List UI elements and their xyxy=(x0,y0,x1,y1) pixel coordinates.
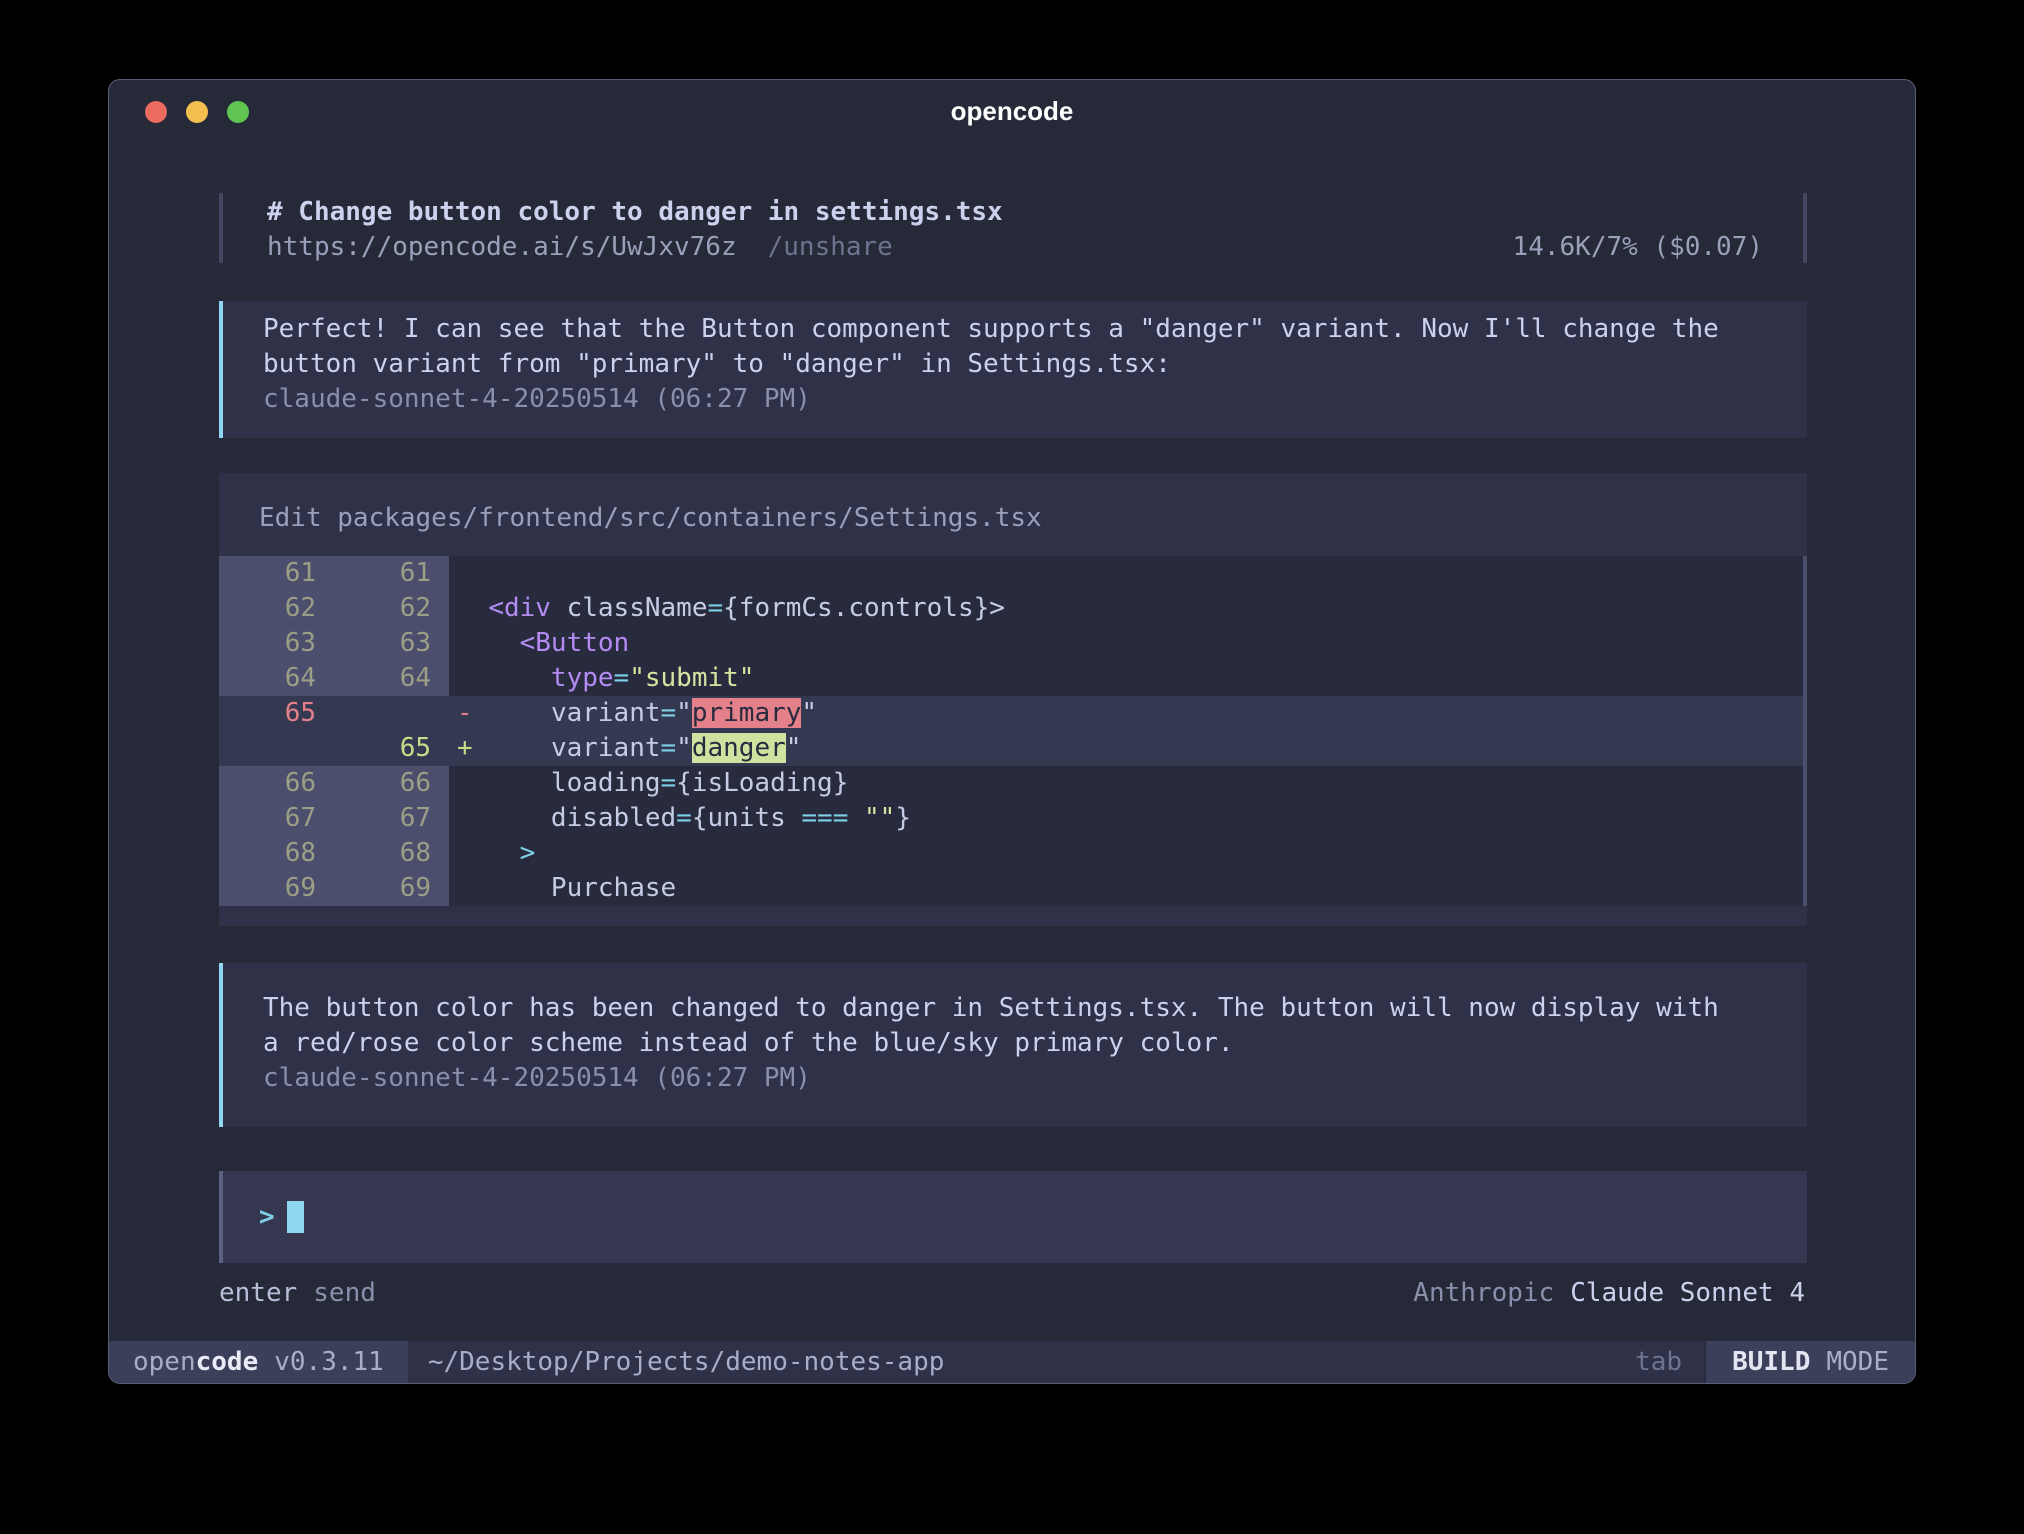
text-cursor xyxy=(287,1201,304,1233)
working-directory: ~/Desktop/Projects/demo-notes-app xyxy=(428,1347,945,1377)
message-line: button variant from "primary" to "danger… xyxy=(263,347,1807,382)
app-name-code: code xyxy=(196,1347,259,1377)
unshare-command[interactable]: /unshare xyxy=(768,230,893,265)
message-line: The button color has been changed to dan… xyxy=(263,991,1807,1026)
diff-row: 6161 xyxy=(219,556,1807,591)
app-version-segment: opencode v0.3.11 xyxy=(109,1341,408,1383)
diff-row: 6464 type="submit" xyxy=(219,661,1807,696)
status-bar: opencode v0.3.11 ~/Desktop/Projects/demo… xyxy=(109,1341,1915,1383)
session-header: # Change button color to danger in setti… xyxy=(219,193,1807,263)
message-line: Perfect! I can see that the Button compo… xyxy=(263,312,1807,347)
diff-row: 65- variant="primary" xyxy=(219,696,1807,731)
prompt-symbol: > xyxy=(259,1202,275,1232)
prompt-input[interactable]: > xyxy=(219,1171,1807,1263)
message-meta: claude-sonnet-4-20250514 (06:27 PM) xyxy=(263,382,1807,417)
session-title: # Change button color to danger in setti… xyxy=(267,195,1803,230)
provider-label: Anthropic xyxy=(1413,1276,1554,1311)
diff-view: 61616262 <div className={formCs.controls… xyxy=(219,556,1807,906)
hint-row: enter send Anthropic Claude Sonnet 4 xyxy=(219,1276,1807,1311)
diff-row: 6868 > xyxy=(219,836,1807,871)
diff-scrollbar[interactable] xyxy=(1803,556,1807,906)
assistant-message: Perfect! I can see that the Button compo… xyxy=(219,301,1807,438)
app-window: opencode # Change button color to danger… xyxy=(108,79,1916,1384)
diff-rows: 61616262 <div className={formCs.controls… xyxy=(219,556,1807,906)
diff-row: 65+ variant="danger" xyxy=(219,731,1807,766)
mode-name: BUILD xyxy=(1732,1347,1810,1377)
token-usage: 14.6K/7% ($0.07) xyxy=(1513,230,1763,265)
share-url-link[interactable]: https://opencode.ai/s/UwJxv76z xyxy=(267,230,737,265)
app-name-open: open xyxy=(133,1347,196,1377)
diff-row: 6666 loading={isLoading} xyxy=(219,766,1807,801)
edit-tool-card: Edit packages/frontend/src/containers/Se… xyxy=(219,473,1807,926)
diff-row: 6363 <Button xyxy=(219,626,1807,661)
message-line: a red/rose color scheme instead of the b… xyxy=(263,1026,1807,1061)
diff-row: 6767 disabled={units === ""} xyxy=(219,801,1807,836)
window-title: opencode xyxy=(109,80,1915,142)
mode-word: MODE xyxy=(1826,1347,1889,1377)
diff-row: 6969 Purchase xyxy=(219,871,1807,906)
message-meta: claude-sonnet-4-20250514 (06:27 PM) xyxy=(263,1061,1807,1096)
enter-key-hint: enter xyxy=(219,1276,297,1311)
app-version: v0.3.11 xyxy=(274,1347,384,1377)
tab-key-hint: tab xyxy=(1635,1347,1682,1377)
edit-file-path: Edit packages/frontend/src/containers/Se… xyxy=(219,473,1807,556)
mode-segment[interactable]: BUILD MODE xyxy=(1704,1341,1915,1383)
assistant-message: The button color has been changed to dan… xyxy=(219,963,1807,1127)
model-label[interactable]: Claude Sonnet 4 xyxy=(1570,1276,1805,1311)
title-bar: opencode xyxy=(109,80,1915,142)
send-action-hint: send xyxy=(313,1276,376,1311)
diff-row: 6262 <div className={formCs.controls}> xyxy=(219,591,1807,626)
